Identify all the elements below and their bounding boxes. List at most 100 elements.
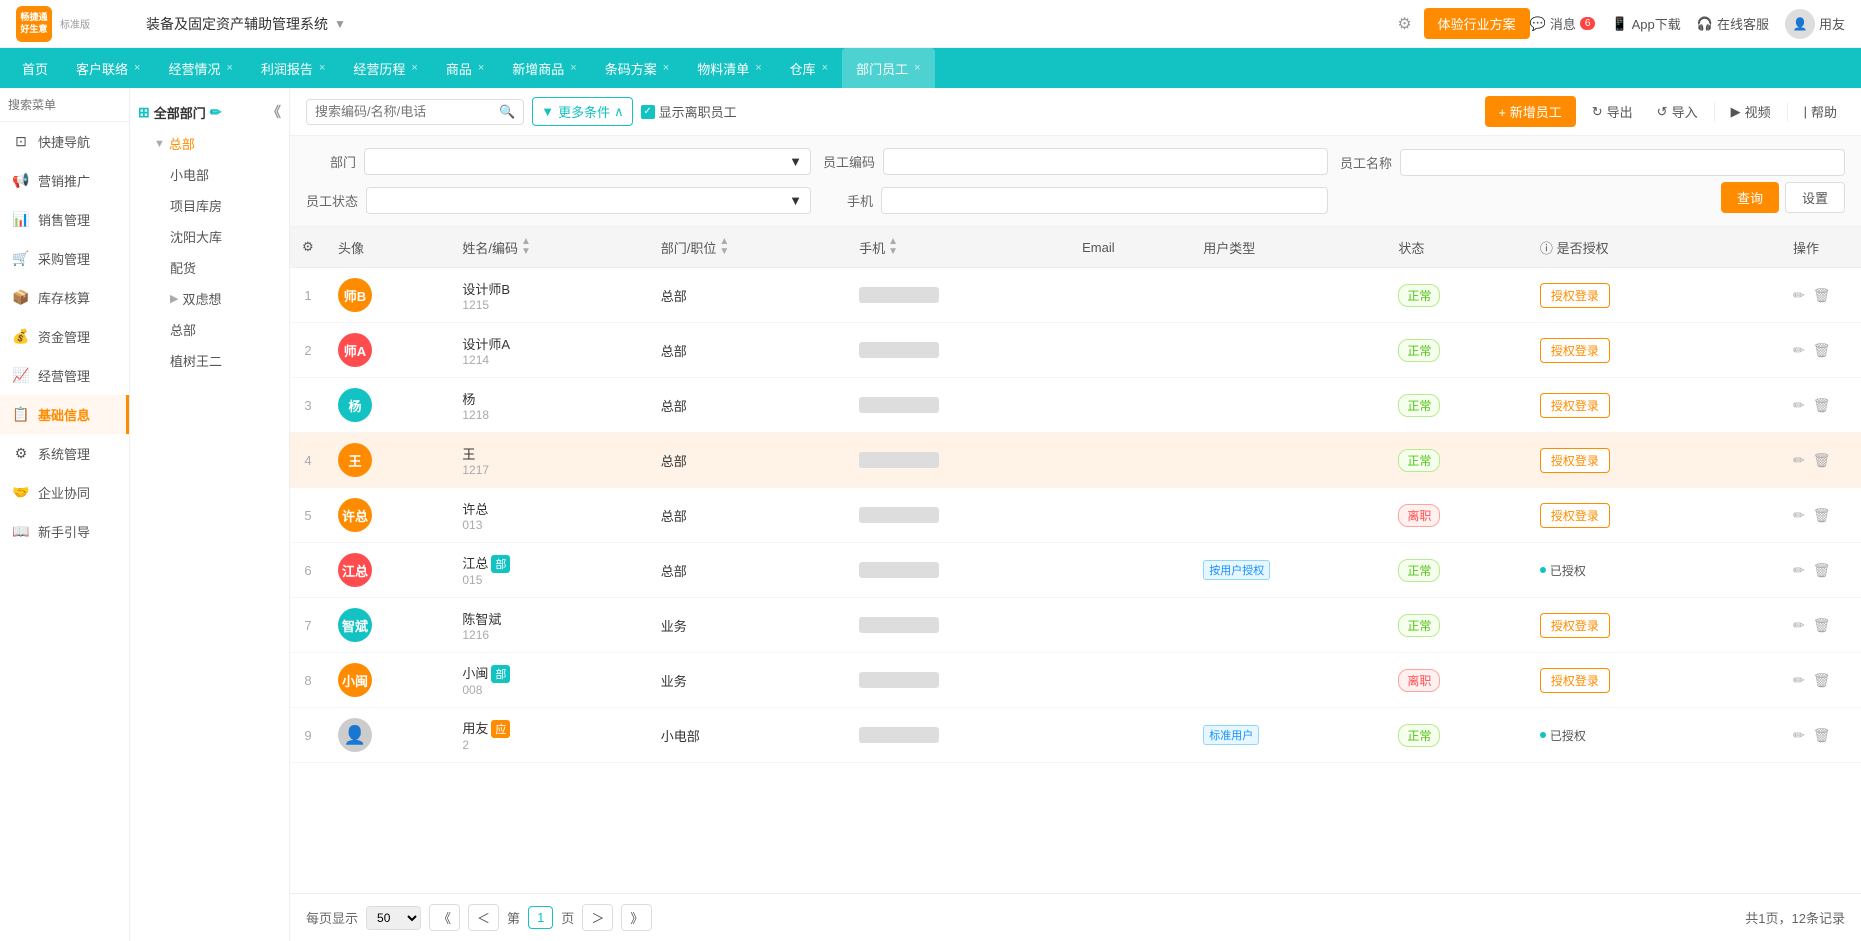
delete-icon[interactable]: 🗑 [1813, 452, 1831, 469]
message-button[interactable]: 💬 消息 6 [1530, 14, 1596, 33]
edit-icon[interactable]: ✏ [1793, 562, 1805, 579]
close-icon[interactable]: × [226, 62, 232, 74]
tab-bom[interactable]: 物料清单× [683, 48, 775, 88]
sidebar-item-marketing[interactable]: 📢 营销推广 [0, 161, 129, 200]
sidebar-item-collab[interactable]: 🤝 企业协同 [0, 473, 129, 512]
prev-page-button[interactable]: ＜ [468, 904, 499, 931]
delete-icon[interactable]: 🗑 [1813, 342, 1831, 359]
delete-icon[interactable]: 🗑 [1813, 397, 1831, 414]
view-button[interactable]: ▶ 视频 [1723, 98, 1779, 125]
edit-icon[interactable]: ✏ [1793, 672, 1805, 689]
employee-name: 江总部 [462, 553, 636, 573]
edit-icon[interactable]: ✏ [1793, 452, 1805, 469]
empcode-input[interactable] [883, 148, 1328, 175]
sidebar-item-inventory[interactable]: 📦 库存核算 [0, 278, 129, 317]
per-page-select[interactable]: 50 20 100 [366, 906, 421, 930]
edit-icon[interactable]: ✏ [1793, 727, 1805, 744]
edit-icon[interactable]: ✏ [1793, 507, 1805, 524]
col-name[interactable]: 姓名/编码 ▲▼ [450, 227, 648, 268]
delete-icon[interactable]: 🗑 [1813, 727, 1831, 744]
app-download-button[interactable]: 📱 App下载 [1611, 14, 1680, 33]
query-button[interactable]: 查询 [1721, 182, 1779, 213]
auth-button[interactable]: 授权登录 [1540, 283, 1610, 308]
sidebar-item-sales[interactable]: 📊 销售管理 [0, 200, 129, 239]
tab-warehouse[interactable]: 仓库× [776, 48, 842, 88]
sidebar-item-system[interactable]: ⚙ 系统管理 [0, 434, 129, 473]
trial-button[interactable]: 体验行业方案 [1424, 8, 1530, 39]
edit-icon[interactable]: ✏ [1793, 617, 1805, 634]
next-page-button[interactable]: ＞ [582, 904, 613, 931]
close-icon[interactable]: × [478, 62, 484, 74]
edit-icon[interactable]: ✏ [1793, 342, 1805, 359]
delete-icon[interactable]: 🗑 [1813, 672, 1831, 689]
empname-input[interactable] [1400, 149, 1845, 176]
delete-icon[interactable]: 🗑 [1813, 617, 1831, 634]
tab-add-goods[interactable]: 新增商品× [498, 48, 590, 88]
sidebar-item-business[interactable]: 📈 经营管理 [0, 356, 129, 395]
auth-button[interactable]: 授权登录 [1540, 503, 1610, 528]
close-icon[interactable]: × [822, 62, 828, 74]
col-phone[interactable]: 手机 ▲▼ [847, 227, 1070, 268]
user-menu-button[interactable]: 👤 用友 [1785, 9, 1845, 39]
tab-goods[interactable]: 商品× [432, 48, 498, 88]
tab-customer[interactable]: 客户联络× [62, 48, 154, 88]
show-inactive-checkbox[interactable]: ✓ 显示离职员工 [641, 102, 737, 121]
dept-collapse-icon[interactable]: 《 [267, 102, 281, 122]
dept-item-shuanglv[interactable]: ▶ 双虑想 [146, 283, 289, 314]
sidebar-item-guide[interactable]: 📖 新手引导 [0, 512, 129, 551]
dept-item-shenyang[interactable]: 沈阳大库 [146, 221, 289, 252]
auth-button[interactable]: 授权登录 [1540, 613, 1610, 638]
search-input[interactable] [315, 104, 495, 119]
tab-operation[interactable]: 经营情况× [154, 48, 246, 88]
more-filter-button[interactable]: ▼ 更多条件 ∧ [532, 97, 632, 126]
delete-icon[interactable]: 🗑 [1813, 507, 1831, 524]
dept-edit-icon[interactable]: ✏ [210, 104, 222, 121]
delete-icon[interactable]: 🗑 [1813, 287, 1831, 304]
close-icon[interactable]: × [319, 62, 325, 74]
empstatus-select[interactable]: ▼ [366, 187, 811, 214]
dept-select[interactable]: ▼ [364, 148, 811, 175]
sidebar-item-purchase[interactable]: 🛒 采购管理 [0, 239, 129, 278]
auth-button[interactable]: 授权登录 [1540, 668, 1610, 693]
edit-icon[interactable]: ✏ [1793, 287, 1805, 304]
auth-button[interactable]: 授权登录 [1540, 393, 1610, 418]
tab-profit[interactable]: 利润报告× [247, 48, 339, 88]
import-button[interactable]: ↺ 导入 [1649, 98, 1706, 125]
export-button[interactable]: ↻ 导出 [1584, 98, 1641, 125]
dept-item-zongbu[interactable]: ▼ 总部 [146, 128, 289, 159]
phone-input[interactable] [881, 187, 1328, 214]
sidebar-item-finance[interactable]: 💰 资金管理 [0, 317, 129, 356]
delete-icon[interactable]: 🗑 [1813, 562, 1831, 579]
close-icon[interactable]: × [570, 62, 576, 74]
dept-item-xiaodian[interactable]: 小电部 [146, 159, 289, 190]
sidebar-item-basicinfo[interactable]: 📋 基础信息 [0, 395, 129, 434]
col-settings[interactable]: ⚙ [290, 227, 326, 268]
last-page-button[interactable]: 》 [621, 904, 652, 931]
sidebar-item-quicknav[interactable]: ⊡ 快捷导航 [0, 122, 129, 161]
close-icon[interactable]: × [755, 62, 761, 74]
online-service-button[interactable]: 🎧 在线客服 [1697, 14, 1769, 33]
tab-history[interactable]: 经营历程× [339, 48, 431, 88]
col-dept[interactable]: 部门/职位 ▲▼ [649, 227, 847, 268]
dept-item-zhishu[interactable]: 植树王二 [146, 345, 289, 376]
tab-barcode[interactable]: 条码方案× [591, 48, 683, 88]
add-employee-button[interactable]: + 新增员工 [1485, 96, 1576, 127]
tab-home[interactable]: 首页 [8, 48, 62, 88]
close-icon[interactable]: × [134, 62, 140, 74]
sidebar-search-input[interactable] [8, 98, 130, 112]
gear-button[interactable]: ⚙ [1397, 14, 1411, 34]
employee-name: 许总 [462, 499, 636, 518]
first-page-button[interactable]: 《 [429, 904, 460, 931]
tab-employees[interactable]: 部门员工× [842, 48, 934, 88]
dept-item-peihuo[interactable]: 配货 [146, 252, 289, 283]
auth-button[interactable]: 授权登录 [1540, 338, 1610, 363]
close-icon[interactable]: × [663, 62, 669, 74]
dept-item-zongbu2[interactable]: 总部 [146, 314, 289, 345]
dept-item-xiangmu[interactable]: 项目库房 [146, 190, 289, 221]
set-button[interactable]: 设置 [1785, 182, 1845, 213]
close-icon[interactable]: × [411, 62, 417, 74]
help-button[interactable]: | 帮助 [1796, 98, 1845, 125]
edit-icon[interactable]: ✏ [1793, 397, 1805, 414]
auth-button[interactable]: 授权登录 [1540, 448, 1610, 473]
close-icon[interactable]: × [914, 62, 920, 74]
